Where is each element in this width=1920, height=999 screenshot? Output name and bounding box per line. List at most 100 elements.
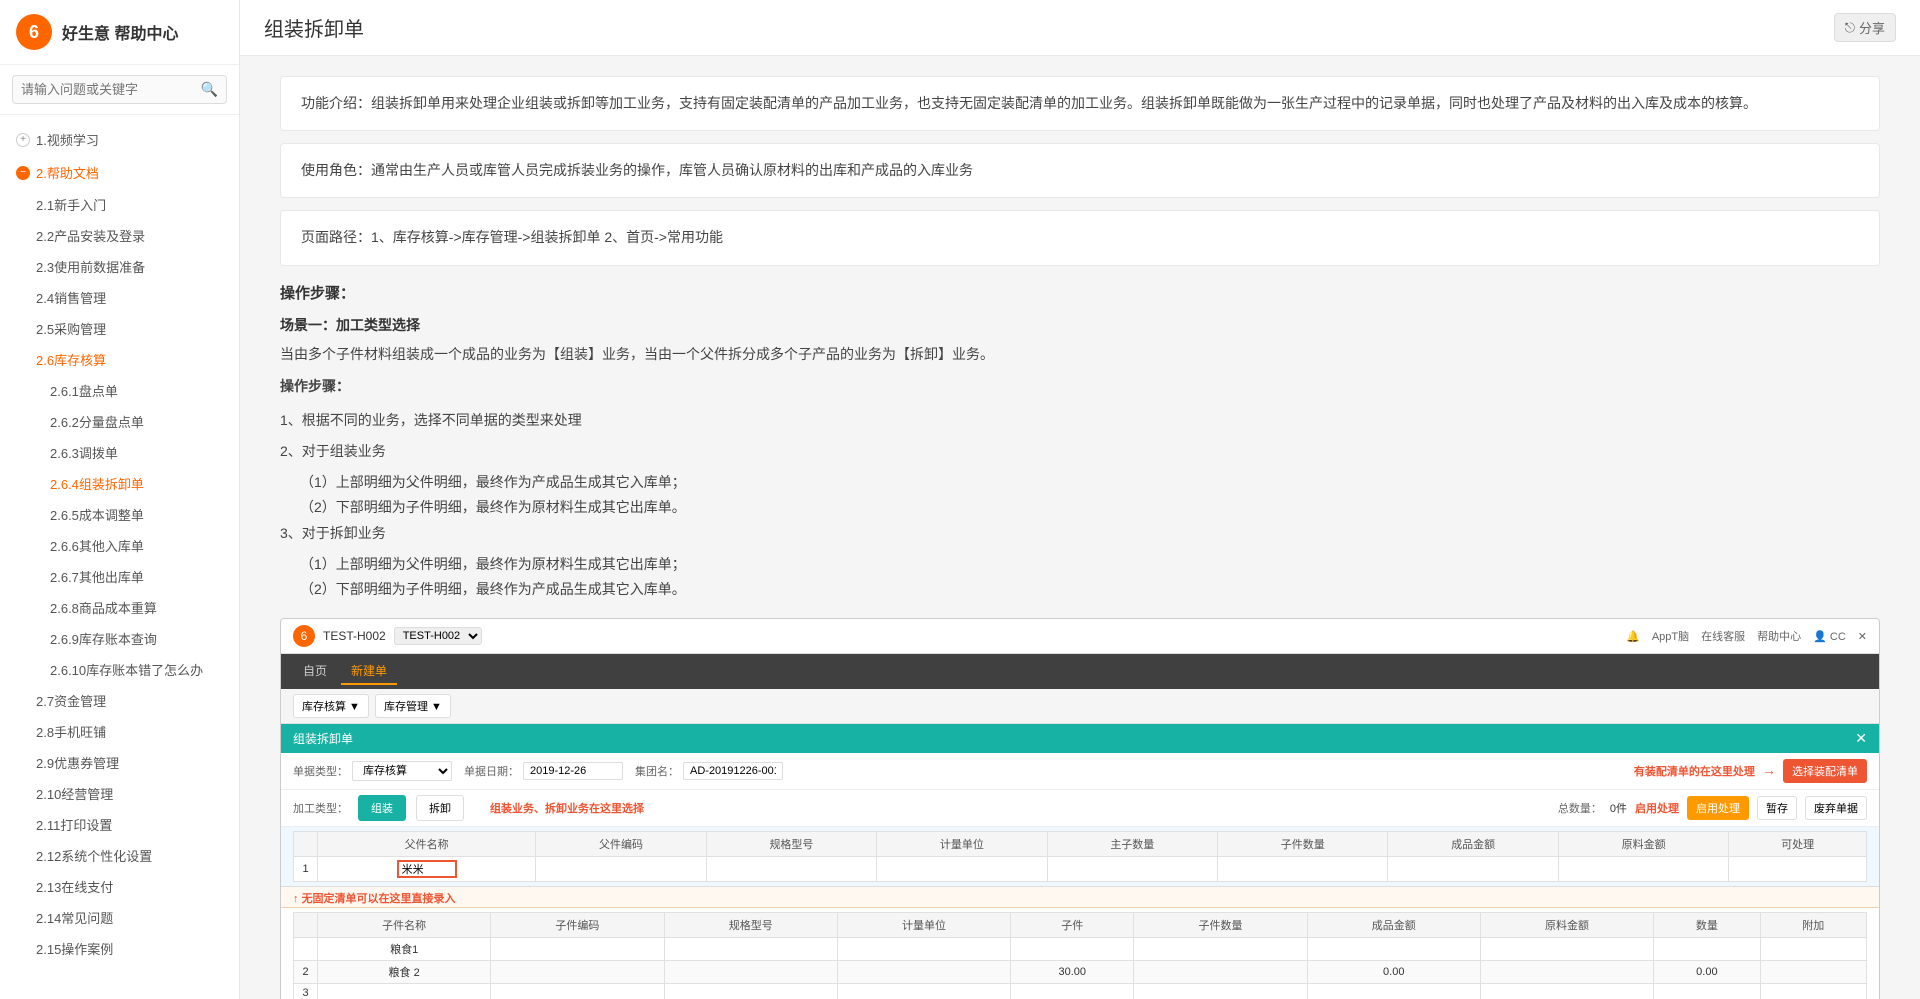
app-user-icon[interactable]: 👤 CC [1813, 630, 1846, 643]
abandon-btn[interactable]: 废弃单据 [1805, 796, 1867, 820]
doc-type-select[interactable]: 库存核算 [352, 761, 452, 781]
page-title: 组装拆卸单 [264, 13, 364, 42]
col-spec: 规格型号 [706, 832, 876, 857]
step-2-1: （1）上部明细为父件明细，最终作为产成品生成其它入库单； [300, 470, 1880, 495]
type-selection-row: 加工类型： 组装 拆卸 组装业务、拆卸业务在这里选择 总数量： 0件 启用处理 … [281, 790, 1879, 827]
sidebar-item-coupon[interactable]: 2.9优惠券管理 [0, 747, 239, 778]
step-1: 1、根据不同的业务，选择不同单据的类型来处理 [280, 408, 1880, 433]
process-btn[interactable]: 启用处理 [1687, 796, 1749, 820]
app-logo-icon: 6 [293, 625, 315, 647]
share-button[interactable]: ⎋ 分享 [1834, 13, 1896, 42]
field-bill-no: 集团名： [635, 762, 783, 780]
col-unit2: 计量单位 [837, 913, 1010, 938]
app-icon-2[interactable]: AppT脑 [1652, 628, 1689, 644]
main-panel: 组装拆卸单 ⎋ 分享 功能介绍：组装拆卸单用来处理企业组装或拆卸等加工业务，支持… [240, 0, 1920, 999]
table-row: 粮食1 [294, 938, 1867, 961]
parent-item-table: 父件名称 父件编码 规格型号 计量单位 主子数量 子件数量 成品金额 原料金额 … [293, 831, 1867, 882]
steps-main-header: 操作步骤： [280, 282, 1880, 303]
sidebar-item-other-out[interactable]: 2.6.7其他出库单 [0, 561, 239, 592]
table-row: 3 [294, 984, 1867, 999]
search-box[interactable]: 🔍 [12, 75, 227, 104]
form-title-text: 组装拆卸单 [293, 730, 353, 747]
sidebar-item-install[interactable]: 2.2产品安装及登录 [0, 220, 239, 251]
sidebar-item-faq[interactable]: 2.14常见问题 [0, 902, 239, 933]
date-input[interactable] [523, 762, 623, 780]
sidebar-item-cost-adjust[interactable]: 2.6.5成本调整单 [0, 499, 239, 530]
sidebar-item-payment[interactable]: 2.13在线支付 [0, 871, 239, 902]
child-item-table: 子件名称 子件编码 规格型号 计量单位 子件 子件数量 成品金额 原料金额 数量… [293, 912, 1867, 999]
app-header-bar: 6 TEST-H002 TEST-H002 🔔 AppT脑 在线客服 帮助中心 … [281, 619, 1879, 654]
type-btn-disassembly[interactable]: 拆卸 [416, 795, 464, 821]
nav-tab-new[interactable]: 新建单 [341, 658, 397, 685]
qty-label: 总数量： [1558, 800, 1602, 816]
toolbar-btn-management[interactable]: 库存管理 ▼ [375, 694, 451, 718]
sidebar-item-video-learning[interactable]: + 1.视频学习 [0, 123, 239, 156]
sidebar-item-cost-recalc[interactable]: 2.6.8商品成本重算 [0, 592, 239, 623]
type-btn-assembly[interactable]: 组装 [358, 795, 406, 821]
scenario-1-desc: 当由多个子件材料组装成一个成品的业务为【组装】业务，当由一个父件拆分成多个子产品… [280, 341, 1880, 368]
sidebar-item-assembly[interactable]: 2.6.4组装拆卸单 [0, 468, 239, 499]
bill-no-input[interactable] [683, 762, 783, 780]
sidebar-item-finance[interactable]: 2.7资金管理 [0, 685, 239, 716]
app-icon-3[interactable]: 在线客服 [1701, 628, 1745, 644]
role-intro-block: 使用角色：通常由生产人员或库管人员完成拆装业务的操作，库管人员确认原材料的出库和… [280, 143, 1880, 198]
sidebar-item-partial-stocktake[interactable]: 2.6.2分量盘点单 [0, 406, 239, 437]
type-row-label: 加工类型： [293, 800, 348, 816]
logo-text: 好生意 帮助中心 [62, 20, 178, 44]
annotation-no-fixed-arrow: ↑ [293, 893, 299, 905]
sidebar-item-transfer[interactable]: 2.6.3调拨单 [0, 437, 239, 468]
screenshot-container: 6 TEST-H002 TEST-H002 🔔 AppT脑 在线客服 帮助中心 … [280, 618, 1880, 999]
toolbar-btn-inventory[interactable]: 库存核算 ▼ [293, 694, 369, 718]
sidebar-item-cases[interactable]: 2.15操作案例 [0, 933, 239, 964]
step-2-2: （2）下部明细为子件明细，最终作为原材料生成其它出库单。 [300, 495, 1880, 520]
step-3-1: （1）上部明细为父件明细，最终作为原材料生成其它出库单； [300, 552, 1880, 577]
sidebar-item-other-in[interactable]: 2.6.6其他入库单 [0, 530, 239, 561]
share-icon: ⎋ [1845, 20, 1855, 36]
col-parent-code: 父件编码 [536, 832, 706, 857]
nav-tab-home[interactable]: 自页 [293, 658, 337, 685]
sidebar-item-inventory-query[interactable]: 2.6.9库存账本查询 [0, 623, 239, 654]
steps-list: 1、根据不同的业务，选择不同单据的类型来处理 2、对于组装业务 （1）上部明细为… [280, 408, 1880, 602]
sidebar-item-print[interactable]: 2.11打印设置 [0, 809, 239, 840]
date-label: 单据日期： [464, 763, 519, 779]
bottom-table-section: 子件名称 子件编码 规格型号 计量单位 子件 子件数量 成品金额 原料金额 数量… [281, 908, 1879, 999]
sidebar-item-mobile[interactable]: 2.8手机旺铺 [0, 716, 239, 747]
sidebar-item-operations[interactable]: 2.10经营管理 [0, 778, 239, 809]
app-icon-4[interactable]: 帮助中心 [1757, 628, 1801, 644]
sidebar-item-purchase[interactable]: 2.5采购管理 [0, 313, 239, 344]
sidebar: 6 好生意 帮助中心 🔍 + 1.视频学习 − 2.帮助文档 2.1新手入门 2… [0, 0, 240, 999]
search-icon[interactable]: 🔍 [201, 81, 218, 98]
form-close-button[interactable]: ✕ [1855, 730, 1867, 747]
field-date: 单据日期： [464, 762, 623, 780]
step-3: 3、对于拆卸业务 [280, 521, 1880, 546]
path-intro-block: 页面路径：1、库存核算->库存管理->组装拆卸单 2、首页->常用功能 [280, 210, 1880, 265]
parent-name-input[interactable] [397, 860, 457, 878]
sidebar-item-data-prep[interactable]: 2.3使用前数据准备 [0, 251, 239, 282]
sidebar-item-inventory-fix[interactable]: 2.6.10库存账本错了怎么办 [0, 654, 239, 685]
table-row: 1 [294, 857, 1867, 882]
app-company-select[interactable]: TEST-H002 [394, 627, 482, 645]
app-header-left: 6 TEST-H002 TEST-H002 [293, 625, 482, 647]
col-num-m: 数量 [1654, 913, 1760, 938]
col-mat-amt2: 原料金额 [1480, 913, 1653, 938]
sidebar-item-inventory[interactable]: 2.6库存核算 [0, 344, 239, 375]
screenshot-inner: 6 TEST-H002 TEST-H002 🔔 AppT脑 在线客服 帮助中心 … [281, 619, 1879, 999]
annotation-config-text: 有装配清单的在这里处理 [1634, 766, 1755, 778]
sidebar-item-stocktake[interactable]: 2.6.1盘点单 [0, 375, 239, 406]
sidebar-item-sales[interactable]: 2.4销售管理 [0, 282, 239, 313]
app-icon-1[interactable]: 🔔 [1626, 630, 1640, 643]
process-area: 总数量： 0件 启用处理 启用处理 暂存 废弃单据 [1558, 796, 1867, 820]
col-unit: 计量单位 [877, 832, 1047, 857]
search-input[interactable] [21, 82, 201, 97]
sidebar-item-custom[interactable]: 2.12系统个性化设置 [0, 840, 239, 871]
table-row: 2 粮食 2 30.00 0.00 0.00 [294, 961, 1867, 984]
config-list-btn[interactable]: 选择装配清单 [1783, 759, 1867, 783]
function-intro-block: 功能介绍：组装拆卸单用来处理企业组装或拆卸等加工业务，支持有固定装配清单的产品加… [280, 76, 1880, 131]
sidebar-item-help-doc[interactable]: − 2.帮助文档 [0, 156, 239, 189]
annotation-no-fixed-row: ↑ 无固定清单可以在这里直接录入 [281, 887, 1879, 908]
app-nav-tabs: 自页 新建单 [281, 654, 1879, 689]
sidebar-item-new-user[interactable]: 2.1新手入门 [0, 189, 239, 220]
app-close-icon[interactable]: ✕ [1858, 630, 1867, 643]
bill-no-label: 集团名： [635, 763, 679, 779]
save-draft-btn[interactable]: 暂存 [1757, 796, 1797, 820]
